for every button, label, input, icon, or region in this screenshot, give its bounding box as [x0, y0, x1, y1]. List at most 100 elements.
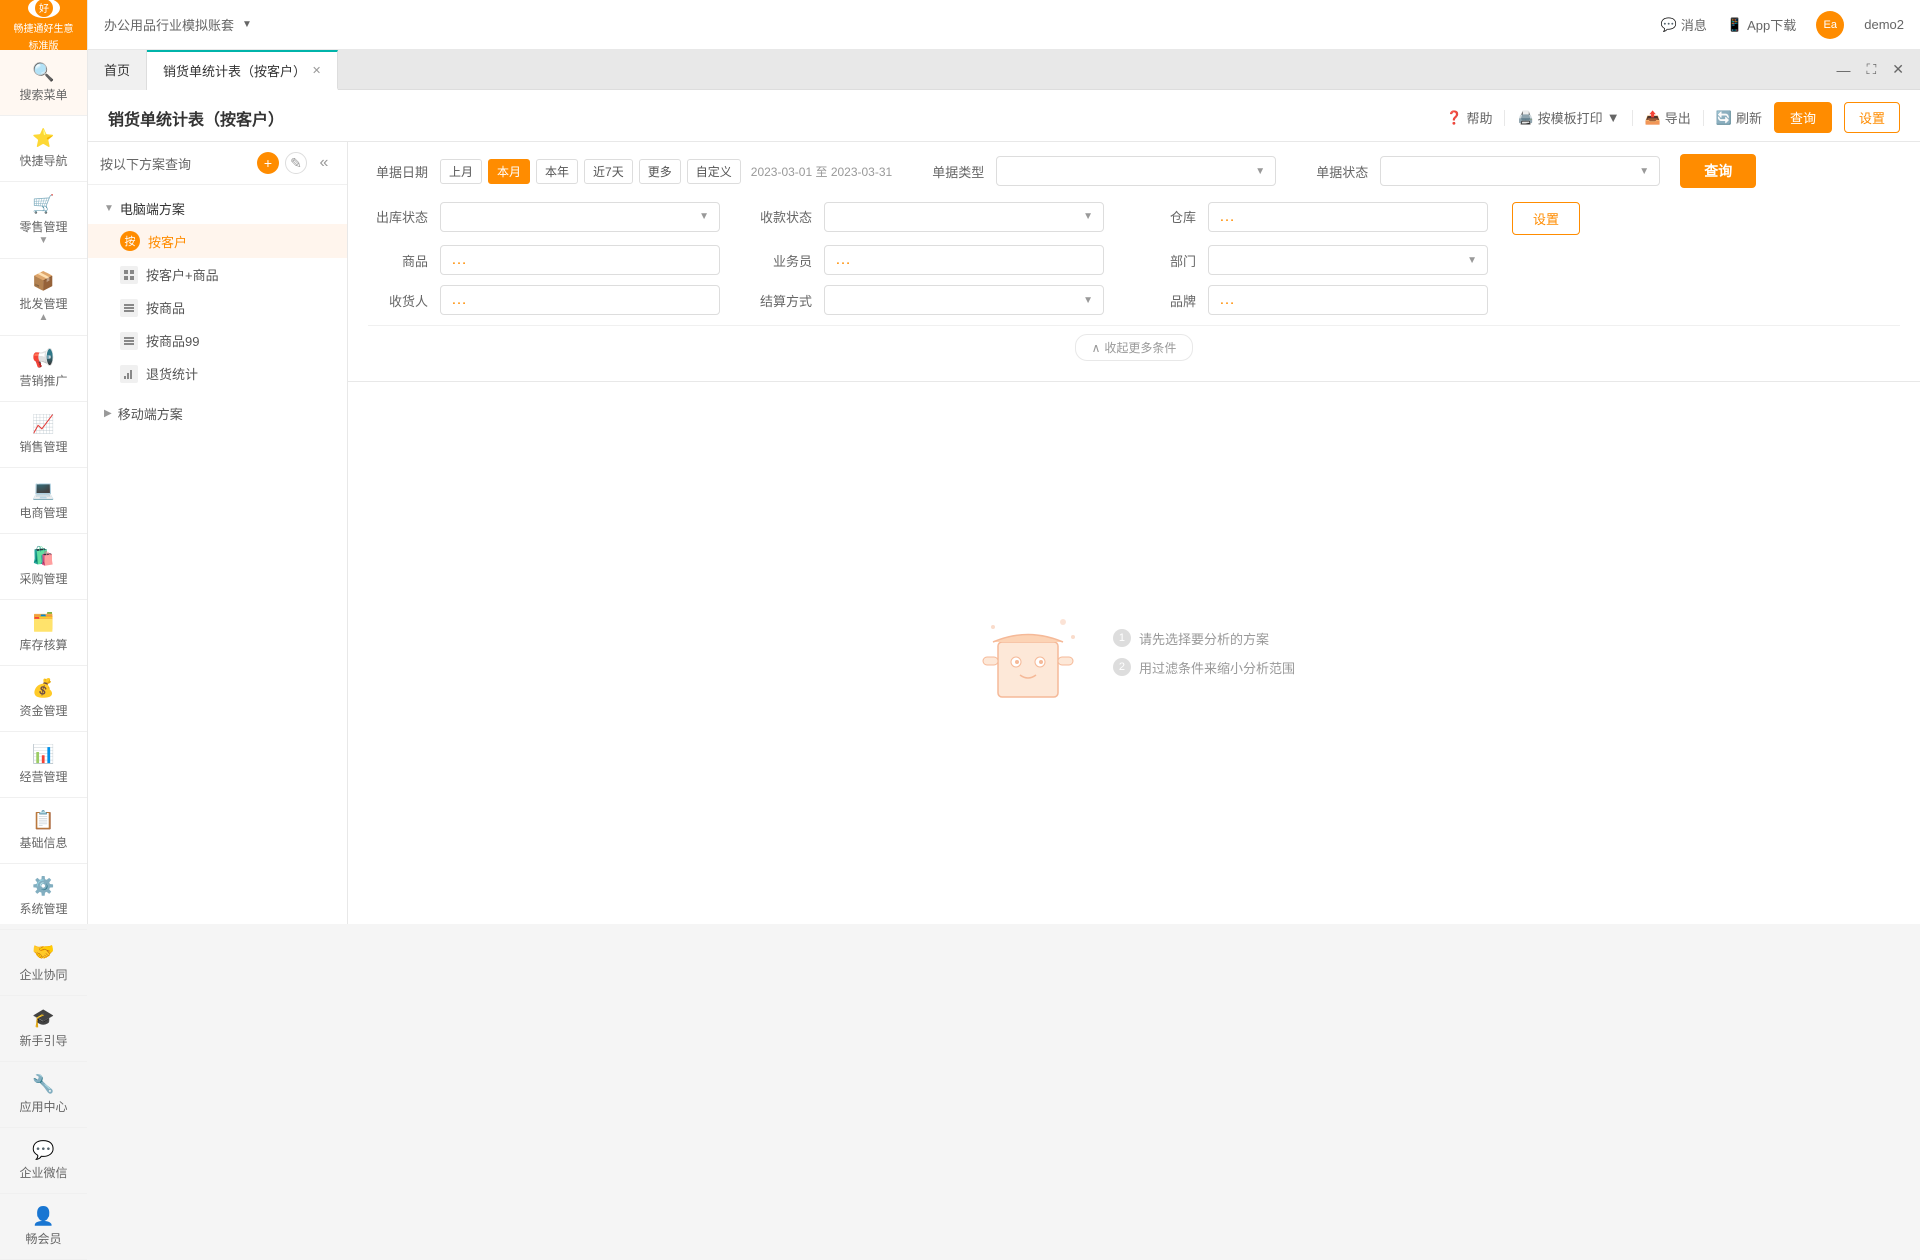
settings-btn[interactable]: 设置 — [1844, 102, 1900, 133]
sidebar-item-member[interactable]: 👤 畅会员 — [0, 1194, 87, 1260]
query-btn[interactable]: 查询 — [1774, 102, 1832, 133]
mobile-group[interactable]: ▶ 移动端方案 — [88, 398, 347, 429]
tab-close-window-btn[interactable]: ✕ — [1888, 57, 1908, 82]
collapse-btn[interactable]: ∧ 收起更多条件 — [1075, 334, 1194, 361]
system-dropdown-arrow[interactable]: ▼ — [242, 19, 252, 30]
avatar[interactable]: Ea — [1816, 11, 1844, 39]
retail-arrow: ▼ — [39, 235, 49, 246]
header-left: 办公用品行业模拟账套 ▼ — [104, 15, 252, 34]
recv-status-arrow: ▼ — [1083, 211, 1093, 222]
recv-status-select[interactable]: ▼ — [824, 202, 1104, 232]
sidebar-item-system[interactable]: ⚙️ 系统管理 — [0, 864, 87, 930]
collapse-bar: ∧ 收起更多条件 — [368, 325, 1900, 369]
sidebar-item-label: 企业微信 — [19, 1164, 67, 1181]
sidebar-item-wholesale[interactable]: 📦 批发管理 ▲ — [0, 259, 87, 336]
sidebar-item-appcenter[interactable]: 🔧 应用中心 — [0, 1062, 87, 1128]
collapse-panel-btn[interactable]: « — [313, 152, 335, 174]
scheme-item-goods[interactable]: 按商品 — [88, 291, 347, 324]
sidebar-item-sales[interactable]: 📈 销售管理 — [0, 402, 87, 468]
sidebar-item-ecommerce[interactable]: 💻 电商管理 — [0, 468, 87, 534]
empty-illustration — [973, 597, 1083, 710]
sidebar-item-label: 系统管理 — [19, 900, 67, 917]
filter-area: 单据日期 上月 本月 本年 近7天 更多 自定义 2023-03-01 至 20… — [348, 142, 1920, 382]
scheme-item-goods99[interactable]: 按商品99 — [88, 324, 347, 357]
export-btn[interactable]: 📤 导出 — [1645, 108, 1691, 127]
scheme-item-customer[interactable]: 按 按客户 — [88, 224, 347, 258]
date-btn-more[interactable]: 更多 — [639, 159, 681, 184]
tab-sales-stat[interactable]: 销货单统计表（按客户） ✕ — [147, 50, 338, 90]
help-label: 帮助 — [1466, 108, 1492, 127]
help-btn[interactable]: ❓ 帮助 — [1446, 108, 1492, 127]
customer-goods-icon — [120, 266, 138, 284]
date-btn-thismonth[interactable]: 本月 — [488, 159, 530, 184]
out-status-select[interactable]: ▼ — [440, 202, 720, 232]
main-settings-btn[interactable]: 设置 — [1512, 202, 1580, 235]
weixin-icon: 💬 — [32, 1140, 54, 1161]
inventory-icon: 🗂️ — [32, 612, 54, 633]
sidebar-item-label: 畅会员 — [25, 1230, 61, 1247]
sidebar-item-operation[interactable]: 📊 经营管理 — [0, 732, 87, 798]
sidebar-item-newguide[interactable]: 🎓 新手引导 — [0, 996, 87, 1062]
scheme-item-customer-goods[interactable]: 按客户+商品 — [88, 258, 347, 291]
quicknav-icon: ⭐ — [32, 128, 54, 149]
settlement-select[interactable]: ▼ — [824, 285, 1104, 315]
doc-status-label: 单据状态 — [1308, 162, 1368, 181]
scheme-item-return[interactable]: 退货统计 — [88, 357, 347, 390]
goods-select[interactable]: … — [440, 245, 720, 275]
receiver-select[interactable]: … — [440, 285, 720, 315]
department-select[interactable]: ▼ — [1208, 245, 1488, 275]
print-btn[interactable]: 🖨️ 按模板打印 ▼ — [1517, 108, 1619, 127]
app-download-btn[interactable]: 📱 App下载 — [1727, 15, 1796, 34]
doc-type-arrow: ▼ — [1255, 166, 1265, 177]
department-arrow: ▼ — [1467, 255, 1477, 266]
desktop-group-title[interactable]: ▼ 电脑端方案 — [88, 193, 347, 224]
message-btn[interactable]: 💬 消息 — [1661, 15, 1707, 34]
sidebar-item-label: 经营管理 — [19, 768, 67, 785]
sidebar-item-inventory[interactable]: 🗂️ 库存核算 — [0, 600, 87, 666]
sidebar-item-search[interactable]: 🔍 搜索菜单 — [0, 50, 87, 116]
tab-minimize-btn[interactable]: — — [1832, 58, 1854, 82]
doc-type-select[interactable]: ▼ — [996, 156, 1276, 186]
tab-maximize-btn[interactable]: ⛶ — [1862, 57, 1880, 82]
doc-status-select[interactable]: ▼ — [1380, 156, 1660, 186]
newguide-icon: 🎓 — [32, 1008, 54, 1029]
page-header: 销货单统计表（按客户） ❓ 帮助 🖨️ 按模板打印 ▼ 📤 导出 — [88, 90, 1920, 142]
sidebar-item-basic[interactable]: 📋 基础信息 — [0, 798, 87, 864]
sidebar-item-marketing[interactable]: 📢 营销推广 — [0, 336, 87, 402]
sidebar-item-label: 销售管理 — [19, 438, 67, 455]
settlement-label: 结算方式 — [752, 291, 812, 310]
date-filter: 上月 本月 本年 近7天 更多 自定义 2023-03-01 至 2023-03… — [440, 159, 892, 184]
add-scheme-btn[interactable]: + — [257, 152, 279, 174]
logo[interactable]: 好 畅捷通好生意 标准版 — [0, 0, 87, 50]
sidebar-item-retail[interactable]: 🛒 零售管理 ▼ — [0, 182, 87, 259]
sidebar-item-cooperation[interactable]: 🤝 企业协同 — [0, 930, 87, 996]
warehouse-dots: … — [1219, 208, 1237, 226]
main-query-btn[interactable]: 查询 — [1680, 154, 1756, 188]
app-icon: 📱 — [1727, 17, 1743, 33]
date-btn-lastmonth[interactable]: 上月 — [440, 159, 482, 184]
left-panel-actions: + ✎ « — [257, 152, 335, 174]
settlement-arrow: ▼ — [1083, 295, 1093, 306]
refresh-btn[interactable]: 🔄 刷新 — [1716, 108, 1762, 127]
sidebar-item-weixin[interactable]: 💬 企业微信 — [0, 1128, 87, 1194]
query-actions: 查询 — [1672, 154, 1756, 188]
body-layout: 按以下方案查询 + ✎ « ▼ 电脑端方案 按 — [88, 142, 1920, 924]
tab-active-label: 销货单统计表（按客户） — [163, 61, 306, 80]
tab-close-btn[interactable]: ✕ — [312, 64, 321, 77]
salesman-select[interactable]: … — [824, 245, 1104, 275]
brand-select[interactable]: … — [1208, 285, 1488, 315]
edit-scheme-btn[interactable]: ✎ — [285, 152, 307, 174]
receiver-label: 收货人 — [368, 291, 428, 310]
tab-home[interactable]: 首页 — [88, 50, 147, 90]
sidebar-item-label: 搜索菜单 — [19, 86, 67, 103]
warehouse-select[interactable]: … — [1208, 202, 1488, 232]
date-btn-custom[interactable]: 自定义 — [687, 159, 741, 184]
date-btn-last7[interactable]: 近7天 — [584, 159, 633, 184]
department-label: 部门 — [1136, 251, 1196, 270]
sidebar-item-purchase[interactable]: 🛍️ 采购管理 — [0, 534, 87, 600]
sidebar-item-finance[interactable]: 💰 资金管理 — [0, 666, 87, 732]
mobile-arrow: ▶ — [104, 408, 112, 419]
edit-icon: ✎ — [290, 155, 302, 172]
sidebar-item-quicknav[interactable]: ⭐ 快捷导航 — [0, 116, 87, 182]
date-btn-thisyear[interactable]: 本年 — [536, 159, 578, 184]
